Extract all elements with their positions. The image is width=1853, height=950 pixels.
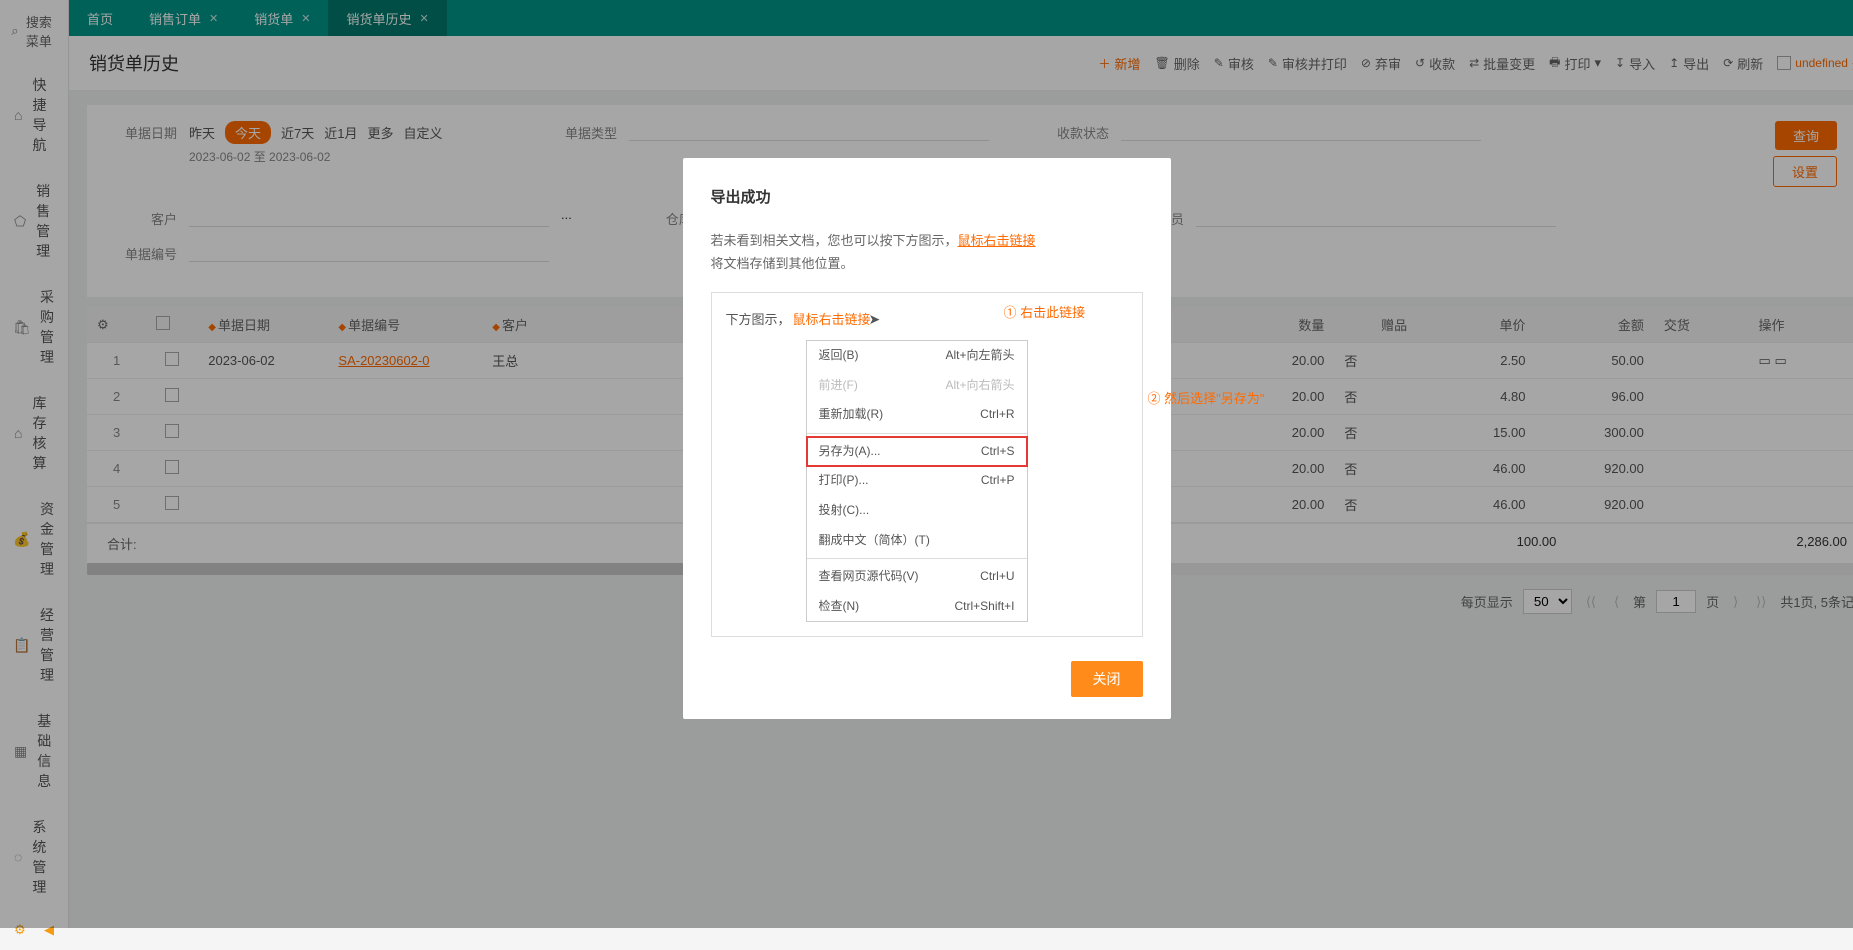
modal-body: 若未看到相关文档，您也可以按下方图示，鼠标右击链接 将文档存储到其他位置。 下方… — [711, 229, 1143, 637]
diagram-prefix: 下方图示， — [726, 308, 791, 331]
modal-line1a: 若未看到相关文档，您也可以按下方图示， — [711, 233, 958, 248]
close-button[interactable]: 关闭 — [1071, 661, 1143, 697]
instruction-diagram: 下方图示， 鼠标右击链接 ➤ ① 右击此链接 ② 然后选择"另存为" 返回(B)… — [711, 292, 1143, 638]
annotation-1: ① 右击此链接 — [1004, 301, 1086, 324]
modal-overlay: 导出成功 若未看到相关文档，您也可以按下方图示，鼠标右击链接 将文档存储到其他位… — [0, 0, 1853, 928]
modal-title: 导出成功 — [711, 186, 1143, 207]
export-success-modal: 导出成功 若未看到相关文档，您也可以按下方图示，鼠标右击链接 将文档存储到其他位… — [683, 158, 1171, 719]
ctx-item: 打印(P)...Ctrl+P — [807, 466, 1027, 496]
ctx-item: 翻成中文（简体）(T) — [807, 526, 1027, 556]
ctx-item: 另存为(A)...Ctrl+S — [807, 437, 1027, 467]
ctx-item: 重新加载(R)Ctrl+R — [807, 400, 1027, 430]
ctx-item: 返回(B)Alt+向左箭头 — [807, 341, 1027, 371]
ctx-item: 检查(N)Ctrl+Shift+I — [807, 592, 1027, 622]
modal-line2: 将文档存储到其他位置。 — [711, 256, 854, 271]
cursor-icon: ➤ — [869, 307, 881, 332]
annotation-2: ② 然后选择"另存为" — [1148, 387, 1265, 410]
ctx-item: 查看网页源代码(V)Ctrl+U — [807, 562, 1027, 592]
modal-link1[interactable]: 鼠标右击链接 — [958, 233, 1036, 248]
diagram-link: 鼠标右击链接 — [793, 308, 871, 331]
ctx-item: 投射(C)... — [807, 496, 1027, 526]
ctx-item: 前进(F)Alt+向右箭头 — [807, 371, 1027, 401]
context-menu-illustration: 返回(B)Alt+向左箭头前进(F)Alt+向右箭头重新加载(R)Ctrl+R 另… — [806, 340, 1028, 622]
